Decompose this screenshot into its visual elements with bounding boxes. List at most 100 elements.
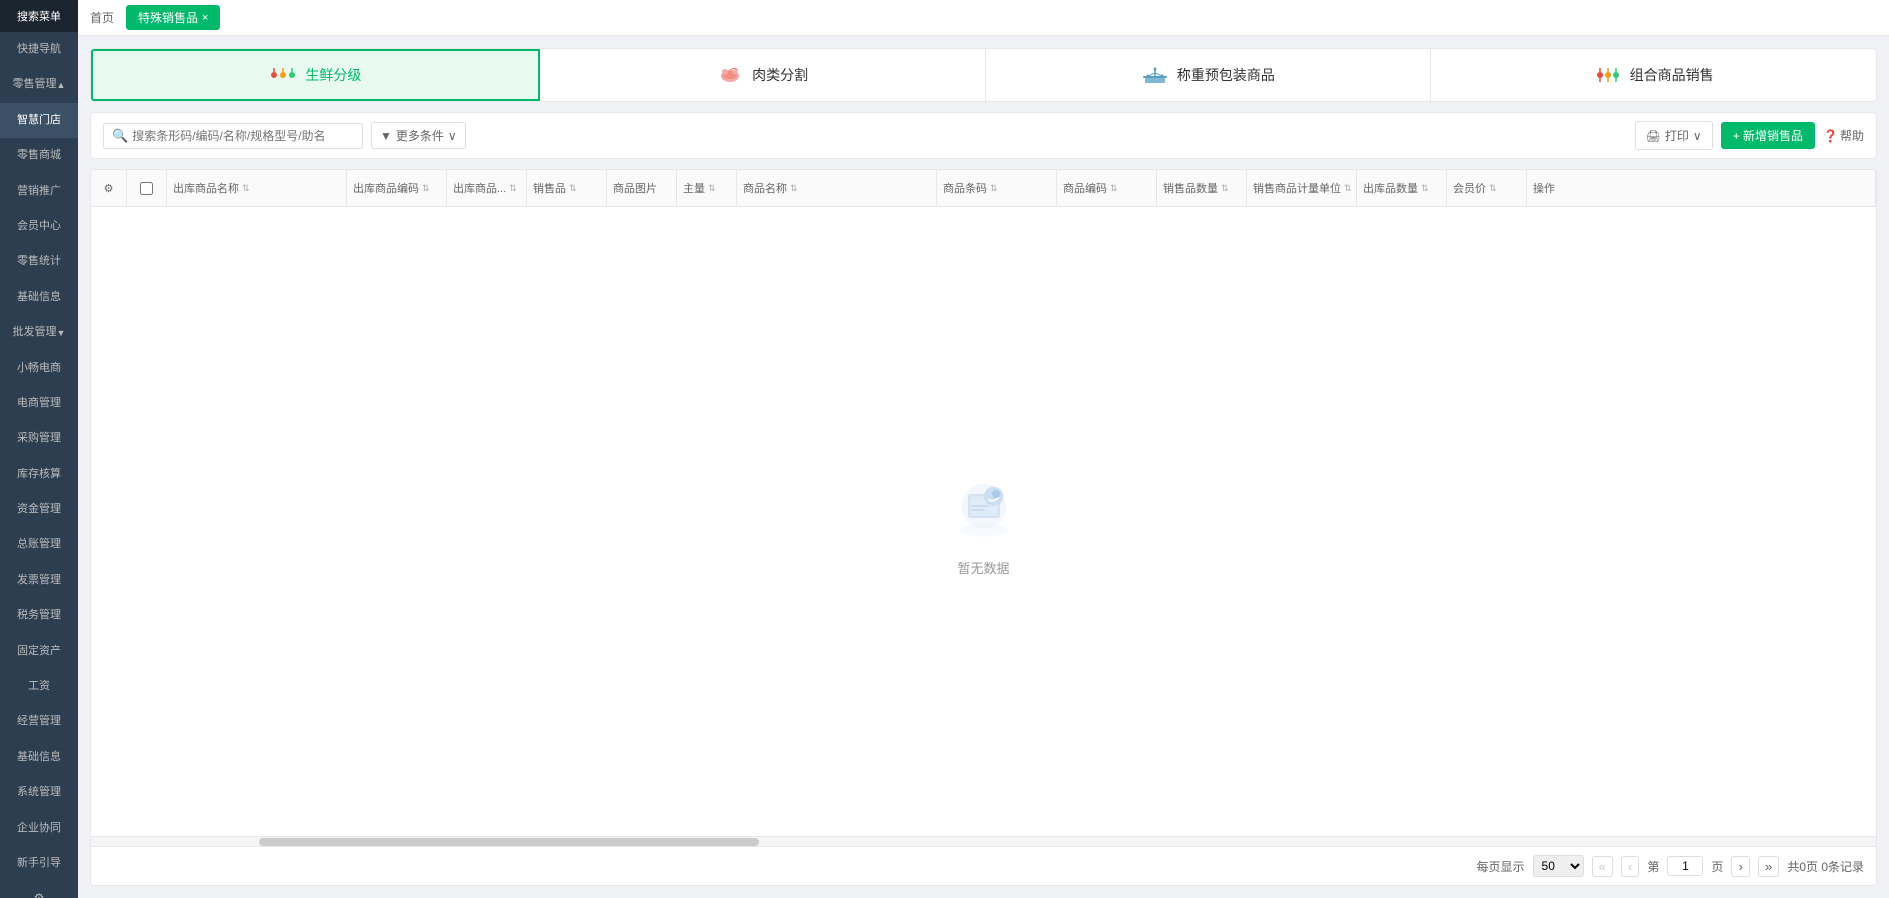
tab-weight-packed[interactable]: 称重预包装商品 [986,49,1432,101]
sidebar-logo[interactable]: 搜索菜单 [0,0,78,32]
sidebar-item-wages[interactable]: 工资 [0,669,78,704]
tab-combo-sale-label: 组合商品销售 [1630,65,1714,85]
pagination: 每页显示 50 10 20 100 « ‹ 第 页 › » 共0页 0条记录 [91,846,1876,885]
sidebar-item-operation-mgmt[interactable]: 经营管理 [0,704,78,739]
tab-meat-cut-label: 肉类分割 [752,65,808,85]
th-settings[interactable]: ⚙ [91,170,127,206]
print-label: 打印 [1665,127,1689,144]
category-tabs: 生鲜分级 肉类分割 [90,48,1877,102]
page-input[interactable] [1667,856,1703,876]
sidebar-item-inventory[interactable]: 库存核算 [0,457,78,492]
sidebar-item-basic-info[interactable]: 基础信息 [0,280,78,315]
th-out-qty: 出库品数量 ⇅ [1357,170,1447,206]
page-next-button[interactable]: › [1731,856,1749,877]
retail-mgmt-arrow: ▲ [57,79,66,92]
select-all-checkbox[interactable] [140,182,153,195]
sort-out-qty[interactable]: ⇅ [1421,183,1429,194]
sort-out-goods-name[interactable]: ⇅ [242,183,250,194]
toolbar-right: 🖨 打印 ∨ + 新增销售品 ❓ 帮助 [1635,121,1864,150]
th-main-weight: 主量 ⇅ [677,170,737,206]
active-tab-label: 特殊销售品 [138,9,198,26]
th-member-price: 会员价 ⇅ [1447,170,1527,206]
sidebar-item-tax-mgmt[interactable]: 税务管理 [0,598,78,633]
sort-sale-qty[interactable]: ⇅ [1221,183,1229,194]
print-icon: 🖨 [1646,129,1661,143]
sidebar-item-smart-store[interactable]: 智慧门店 [0,103,78,138]
page-content: 生鲜分级 肉类分割 [78,36,1889,898]
sidebar-item-ecommerce-mgmt[interactable]: 电商管理 [0,386,78,421]
settings-gear-icon[interactable]: ⚙ [0,881,78,898]
filter-icon: ▼ [380,129,392,143]
sort-main-weight[interactable]: ⇅ [708,183,716,194]
combo-sale-icon [1594,65,1622,85]
th-sale-unit: 销售商品计量单位 ⇅ [1247,170,1357,206]
horizontal-scrollbar[interactable] [91,836,1876,846]
active-tab[interactable]: 特殊销售品 × [126,5,220,30]
empty-text: 暂无数据 [957,558,1009,577]
search-icon: 🔍 [112,128,128,144]
sidebar-item-purchase-mgmt[interactable]: 采购管理 [0,421,78,456]
help-button[interactable]: ❓ 帮助 [1823,127,1864,144]
th-out-goods-name: 出库商品名称 ⇅ [167,170,347,206]
th-sale-goods: 销售品 ⇅ [527,170,607,206]
filter-label: 更多条件 [396,127,444,144]
new-sale-button[interactable]: + 新增销售品 [1721,122,1815,149]
sidebar-item-invoice-mgmt[interactable]: 发票管理 [0,563,78,598]
tab-fresh-grade[interactable]: 生鲜分级 [91,49,540,101]
meat-cut-icon [716,65,744,85]
search-input[interactable] [132,129,354,143]
sidebar-item-retail-stats[interactable]: 零售统计 [0,244,78,279]
total-label: 共0页 0条记录 [1787,858,1864,875]
new-sale-label: + 新增销售品 [1733,127,1803,144]
sort-out-goods-spec[interactable]: ⇅ [509,183,517,194]
page-label: 第 [1647,858,1659,875]
help-icon: ❓ [1823,129,1838,143]
sidebar-item-system-mgmt[interactable]: 系统管理 [0,775,78,810]
th-checkbox[interactable] [127,170,167,206]
th-sale-qty: 销售品数量 ⇅ [1157,170,1247,206]
tab-meat-cut[interactable]: 肉类分割 [540,49,986,101]
tab-weight-packed-label: 称重预包装商品 [1177,65,1275,85]
data-table: ⚙ 出库商品名称 ⇅ 出库商品编码 ⇅ 出库商品... ⇅ 销售品 [90,169,1877,886]
topbar: 首页 特殊销售品 × [78,0,1889,36]
page-prev-button[interactable]: ‹ [1621,856,1639,877]
table-header: ⚙ 出库商品名称 ⇅ 出库商品编码 ⇅ 出库商品... ⇅ 销售品 [91,170,1876,207]
sidebar-item-general-ledger[interactable]: 总账管理 [0,527,78,562]
breadcrumb-home[interactable]: 首页 [90,9,114,26]
sidebar-item-mini-ecommerce[interactable]: 小畅电商 [0,351,78,386]
tab-combo-sale[interactable]: 组合商品销售 [1431,49,1876,101]
filter-button[interactable]: ▼ 更多条件 ∨ [371,122,466,149]
sort-member-price[interactable]: ⇅ [1489,183,1497,194]
sort-goods-name[interactable]: ⇅ [790,183,798,194]
sort-out-goods-code[interactable]: ⇅ [422,183,430,194]
th-out-goods-spec: 出库商品... ⇅ [447,170,527,206]
page-suffix: 页 [1711,858,1723,875]
sidebar-item-enterprise-coop[interactable]: 企业协同 [0,811,78,846]
sort-sale-unit[interactable]: ⇅ [1344,183,1352,194]
sort-goods-code[interactable]: ⇅ [1110,183,1118,194]
sidebar-item-marketing[interactable]: 营销推广 [0,174,78,209]
sidebar-item-retail-mgmt[interactable]: 零售管理 ▲ [0,67,78,102]
sort-sale-goods[interactable]: ⇅ [569,183,577,194]
page-last-button[interactable]: » [1758,856,1779,877]
sidebar-item-basic-info2[interactable]: 基础信息 [0,740,78,775]
sidebar-item-member-center[interactable]: 会员中心 [0,209,78,244]
sidebar-item-fixed-assets[interactable]: 固定资产 [0,634,78,669]
scrollbar-thumb[interactable] [259,838,759,846]
tab-fresh-grade-label: 生鲜分级 [305,65,361,85]
weight-packed-icon [1141,65,1169,85]
empty-state-icon [944,466,1024,546]
sidebar-item-capital-mgmt[interactable]: 资金管理 [0,492,78,527]
sort-goods-barcode[interactable]: ⇅ [990,183,998,194]
th-goods-name: 商品名称 ⇅ [737,170,937,206]
close-tab-icon[interactable]: × [202,12,208,24]
sidebar-item-retail-mall[interactable]: 零售商城 [0,138,78,173]
th-goods-barcode: 商品条码 ⇅ [937,170,1057,206]
print-button[interactable]: 🖨 打印 ∨ [1635,121,1713,150]
per-page-select[interactable]: 50 10 20 100 [1533,855,1584,877]
page-first-button[interactable]: « [1592,856,1613,877]
sidebar-item-quick-nav[interactable]: 快捷导航 [0,32,78,67]
sidebar-item-wholesale-mgmt[interactable]: 批发管理 ▼ [0,315,78,350]
sidebar-item-new-guide[interactable]: 新手引导 [0,846,78,881]
search-box[interactable]: 🔍 [103,123,363,149]
